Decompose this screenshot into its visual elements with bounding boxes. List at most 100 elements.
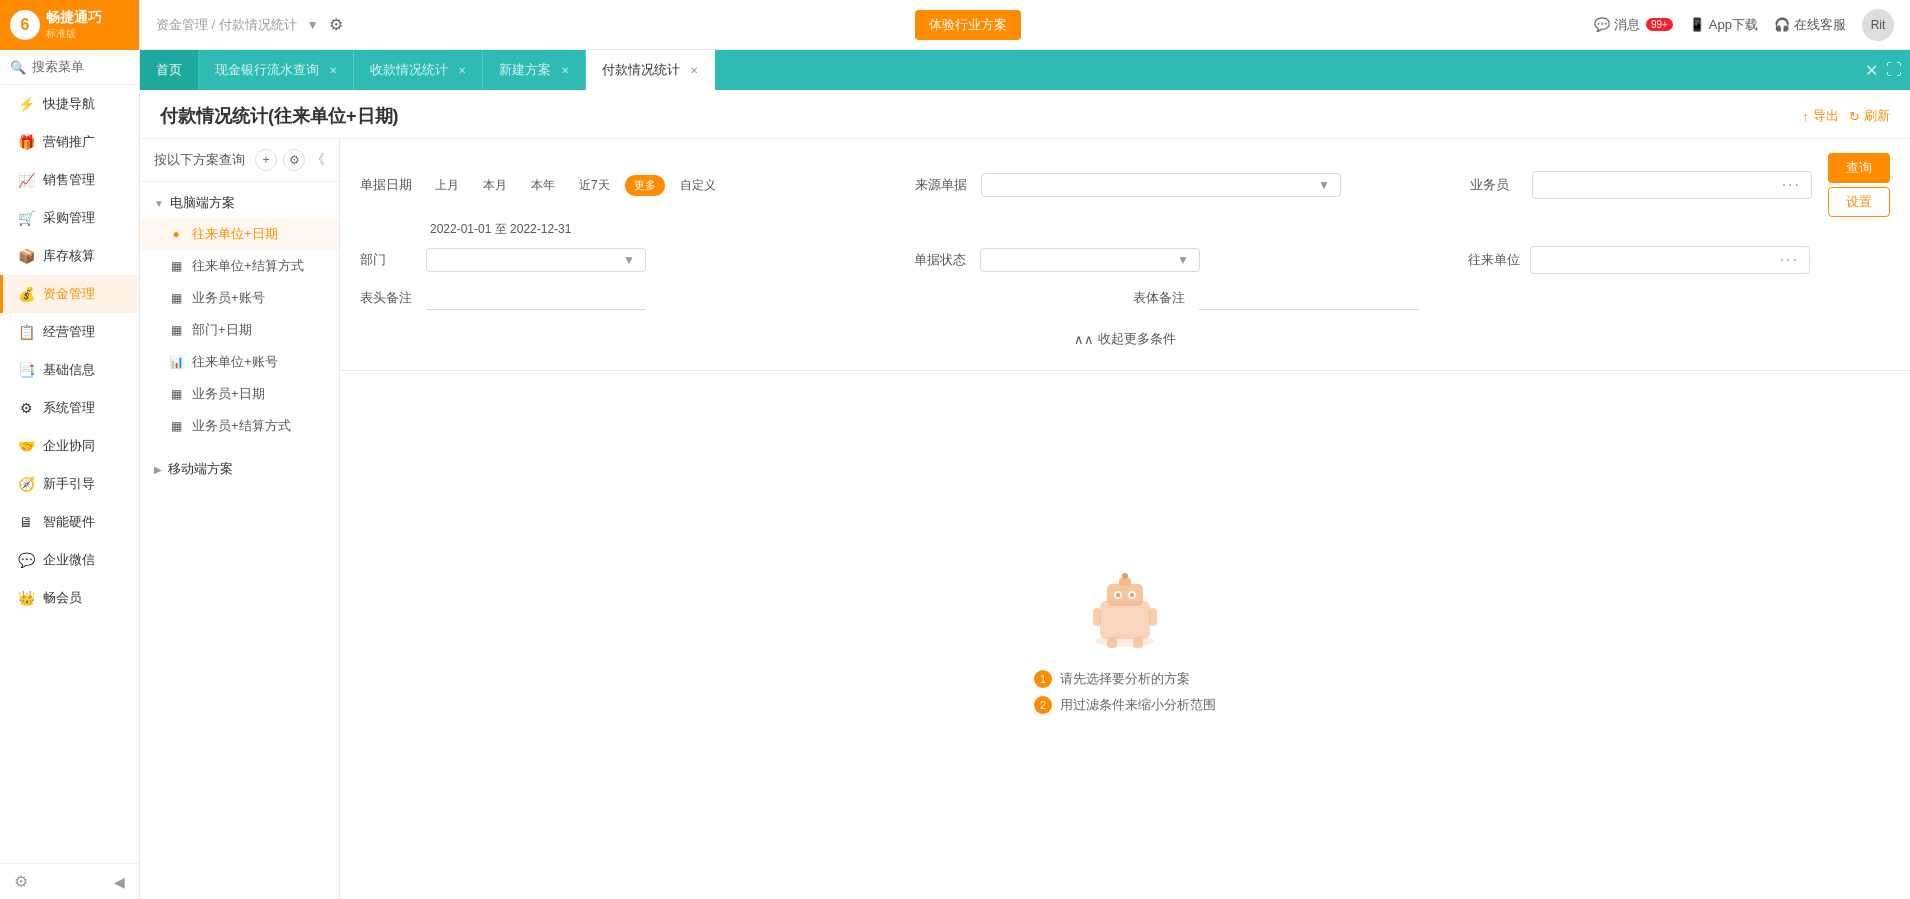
sidebar-item-label: 采购管理 — [43, 209, 95, 227]
this-year-btn[interactable]: 本年 — [522, 173, 564, 198]
gear-icon: ⚙ — [289, 153, 300, 167]
tab-new-scheme[interactable]: 新建方案 ✕ — [483, 50, 586, 90]
status-filter-group: 单据状态 ▼ — [914, 248, 1452, 272]
finance-icon: 💰 — [17, 285, 35, 303]
export-button[interactable]: ↑ 导出 — [1803, 107, 1840, 125]
search-menu[interactable]: 🔍 搜索菜单 — [0, 50, 139, 85]
sidebar-item-wechat[interactable]: 💬 企业微信 — [0, 541, 139, 579]
close-tab-button[interactable]: ✕ — [1865, 61, 1878, 80]
sidebar-item-marketing[interactable]: 🎁 营销推广 — [0, 123, 139, 161]
sidebar-item-label: 企业微信 — [43, 551, 95, 569]
last-7days-btn[interactable]: 近7天 — [570, 173, 619, 198]
sidebar-item-sales[interactable]: 📈 销售管理 — [0, 161, 139, 199]
tab-bank[interactable]: 现金银行流水查询 ✕ — [199, 50, 354, 90]
svg-point-5 — [1116, 593, 1120, 597]
tab-close-icon[interactable]: ✕ — [561, 65, 569, 76]
sidebar-item-hardware[interactable]: 🖥 智能硬件 — [0, 503, 139, 541]
maximize-button[interactable]: ⛶ — [1886, 61, 1902, 79]
app-download-button[interactable]: 📱 App下载 — [1689, 16, 1758, 34]
scheme-item-unit-settle[interactable]: ▦ 往来单位+结算方式 — [140, 250, 339, 282]
this-month-btn[interactable]: 本月 — [474, 173, 516, 198]
sidebar-item-system[interactable]: ⚙ 系统管理 — [0, 389, 139, 427]
collapse-panel-button[interactable]: 《 — [311, 151, 325, 169]
scheme-item-staff-settle[interactable]: ▦ 业务员+结算方式 — [140, 410, 339, 442]
sidebar-item-label: 快捷导航 — [43, 95, 95, 113]
logo-icon: 6 — [10, 10, 40, 40]
sidebar-item-guide[interactable]: 🧭 新手引导 — [0, 465, 139, 503]
svg-rect-12 — [1133, 638, 1143, 648]
online-service-label: 在线客服 — [1794, 16, 1846, 34]
tab-close-icon[interactable]: ✕ — [329, 65, 337, 76]
date-range-display: 2022-01-01 至 2022-12-31 — [430, 221, 1890, 238]
scheme-settings-button[interactable]: ⚙ — [283, 149, 305, 171]
guide-icon: 🧭 — [17, 475, 35, 493]
tab-payment[interactable]: 付款情况统计 ✕ — [586, 50, 715, 90]
desktop-group-header[interactable]: ▼ 电脑端方案 — [140, 188, 339, 218]
hint-text-2: 用过滤条件来缩小分析范围 — [1060, 696, 1216, 714]
sidebar-item-operation[interactable]: 📋 经营管理 — [0, 313, 139, 351]
date-buttons: 上月 本月 本年 近7天 更多 自定义 — [426, 173, 725, 198]
empty-state: 1 请先选择要分析的方案 2 用过滤条件来缩小分析范围 — [340, 371, 1910, 899]
filter-settings-button[interactable]: 设置 — [1828, 187, 1890, 217]
refresh-icon: ↻ — [1849, 109, 1860, 124]
tab-close-icon[interactable]: ✕ — [458, 65, 466, 76]
sidebar-item-quick-nav[interactable]: ⚡ 快捷导航 — [0, 85, 139, 123]
custom-btn[interactable]: 自定义 — [671, 173, 725, 198]
tab-label: 现金银行流水查询 — [215, 61, 319, 79]
trial-button[interactable]: 体验行业方案 — [915, 10, 1021, 40]
scheme-icon: ▦ — [168, 386, 184, 402]
sidebar: 6 畅捷通巧 标准版 🔍 搜索菜单 ⚡ 快捷导航 🎁 营销推广 📈 销售管理 🛒… — [0, 0, 140, 899]
add-icon: + — [262, 153, 269, 167]
settings-icon[interactable]: ⚙ — [14, 872, 28, 891]
top-bar: 资金管理 / 付款情况统计 ▼ ⚙ 体验行业方案 💬 消息 99+ 📱 App下… — [140, 0, 1910, 50]
scheme-item-staff-account[interactable]: ▦ 业务员+账号 — [140, 282, 339, 314]
purchase-icon: 🛒 — [17, 209, 35, 227]
tab-home[interactable]: 首页 — [140, 50, 199, 90]
last-month-btn[interactable]: 上月 — [426, 173, 468, 198]
chevron-down-icon[interactable]: ▼ — [307, 18, 319, 32]
more-btn[interactable]: 更多 — [625, 175, 665, 196]
scheme-icon: ▦ — [168, 418, 184, 434]
scheme-item-staff-date[interactable]: ▦ 业务员+日期 — [140, 378, 339, 410]
sidebar-item-inventory[interactable]: 📦 库存核算 — [0, 237, 139, 275]
empty-illustration — [1075, 556, 1175, 656]
scheme-item-unit-account[interactable]: 📊 往来单位+账号 — [140, 346, 339, 378]
collapse-conditions-button[interactable]: ∧∧ 收起更多条件 — [360, 322, 1890, 356]
chart-icon: 📊 — [168, 354, 184, 370]
online-service-button[interactable]: 🎧 在线客服 — [1774, 16, 1846, 34]
sidebar-item-member[interactable]: 👑 畅会员 — [0, 579, 139, 617]
scheme-item-unit-date[interactable]: ● 往来单位+日期 — [140, 218, 339, 250]
gear-icon[interactable]: ⚙ — [329, 15, 343, 34]
staff-filter-group: 业务员 ··· — [1470, 171, 1812, 199]
inventory-icon: 📦 — [17, 247, 35, 265]
sidebar-item-finance[interactable]: 💰 资金管理 — [0, 275, 139, 313]
dept-select[interactable]: ▼ — [426, 248, 646, 272]
page-header: 付款情况统计(往来单位+日期) ↑ 导出 ↻ 刷新 — [140, 90, 1910, 139]
empty-hint-2: 2 用过滤条件来缩小分析范围 — [1034, 696, 1216, 714]
scheme-item-dept-date[interactable]: ▦ 部门+日期 — [140, 314, 339, 346]
staff-select[interactable]: ··· — [1532, 171, 1812, 199]
collapse-sidebar-icon[interactable]: ◀ — [114, 874, 125, 890]
tab-receipt[interactable]: 收款情况统计 ✕ — [354, 50, 483, 90]
note-body-input[interactable] — [1199, 286, 1419, 310]
tab-close-icon[interactable]: ✕ — [690, 65, 698, 76]
sidebar-item-enterprise[interactable]: 🤝 企业协同 — [0, 427, 139, 465]
status-select[interactable]: ▼ — [980, 248, 1200, 272]
left-panel-actions: + ⚙ 《 — [255, 149, 325, 171]
sidebar-item-purchase[interactable]: 🛒 采购管理 — [0, 199, 139, 237]
note-header-input[interactable] — [426, 286, 646, 310]
add-scheme-button[interactable]: + — [255, 149, 277, 171]
sidebar-bottom: ⚙ ◀ — [0, 863, 139, 899]
page-header-actions: ↑ 导出 ↻ 刷新 — [1803, 107, 1891, 125]
staff-label: 业务员 — [1470, 176, 1526, 194]
refresh-button[interactable]: ↻ 刷新 — [1849, 107, 1890, 125]
avatar[interactable]: Rit — [1862, 9, 1894, 41]
unit-select[interactable]: ··· — [1530, 246, 1810, 274]
mobile-group-header[interactable]: ▶ 移动端方案 — [140, 454, 339, 484]
messages-button[interactable]: 💬 消息 99+ — [1594, 16, 1673, 34]
page-title: 付款情况统计(往来单位+日期) — [160, 104, 399, 128]
query-button[interactable]: 查询 — [1828, 153, 1890, 183]
top-bar-right: 💬 消息 99+ 📱 App下载 🎧 在线客服 Rit — [1594, 9, 1894, 41]
sidebar-item-basic[interactable]: 📑 基础信息 — [0, 351, 139, 389]
source-select[interactable]: ▼ — [981, 173, 1341, 197]
